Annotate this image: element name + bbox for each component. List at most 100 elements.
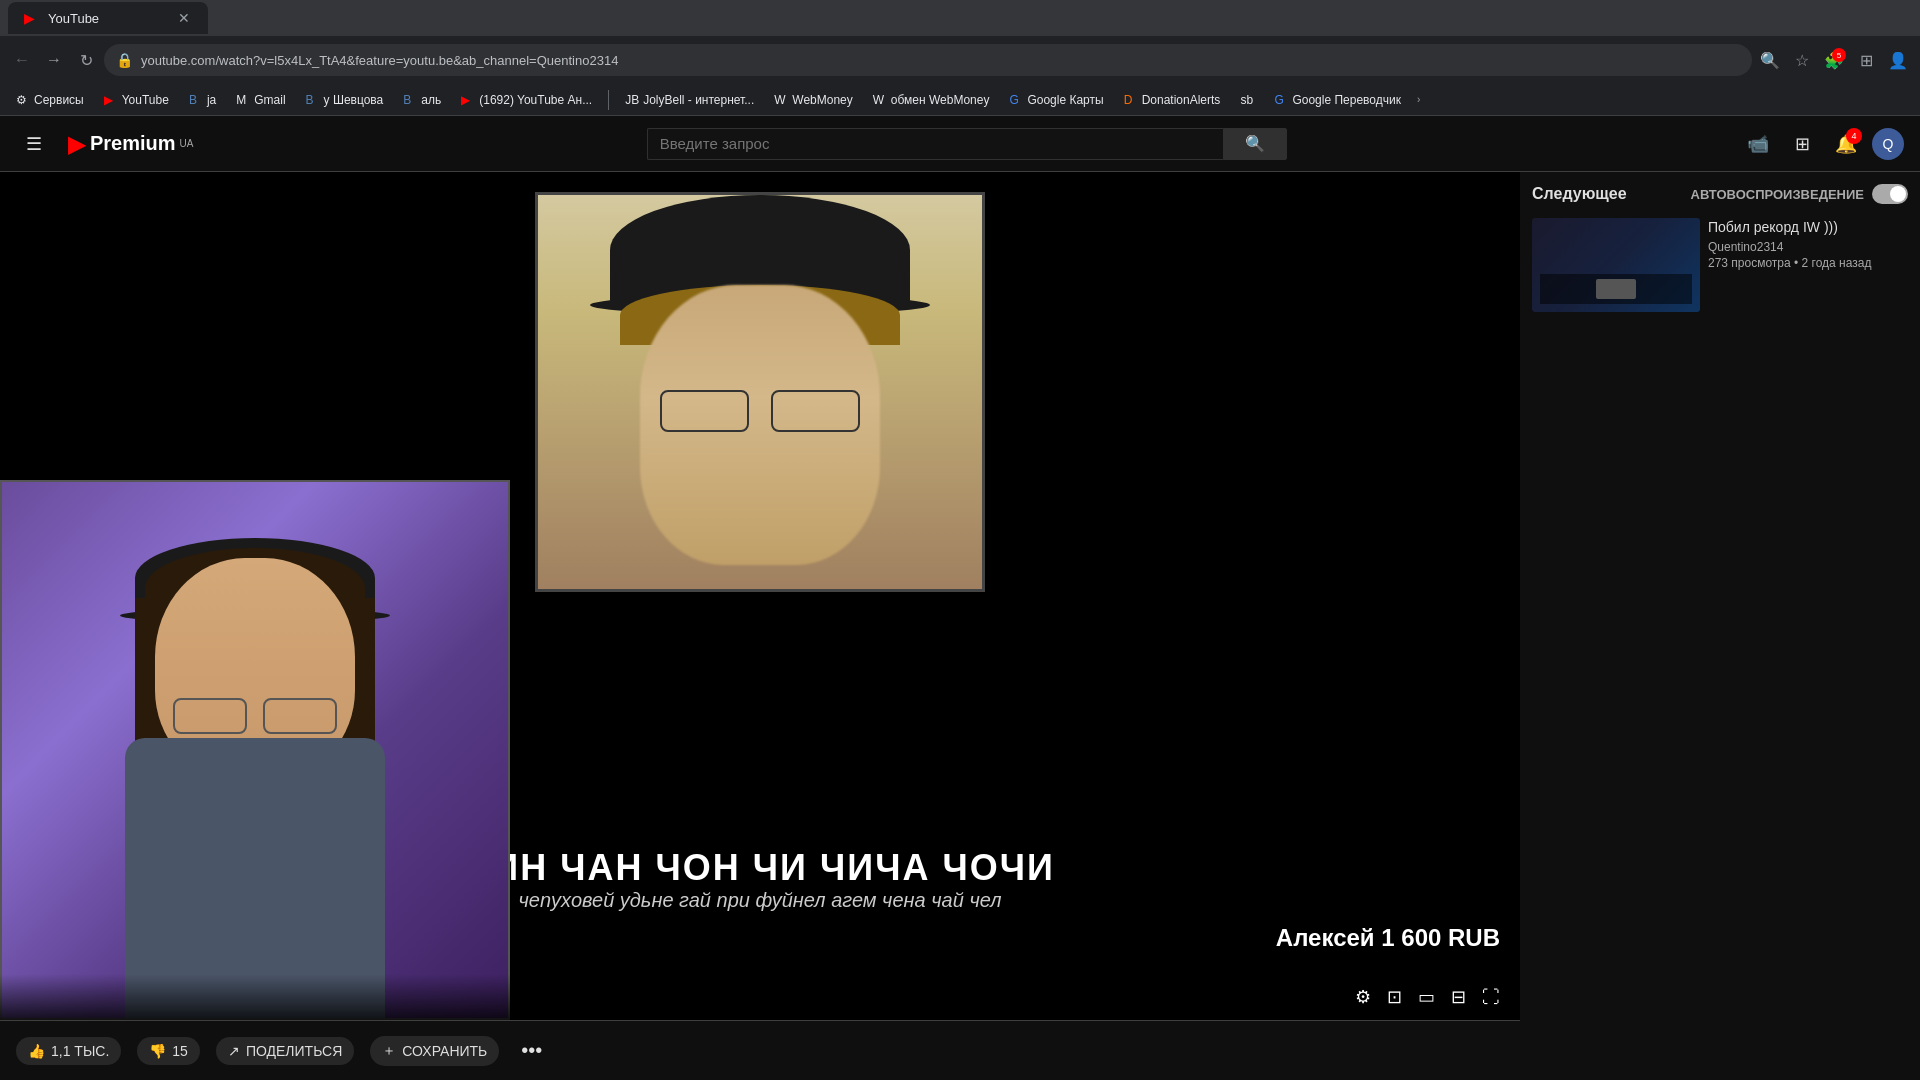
sidebar-section-header: Следующее АВТОВОСПРОИЗВЕДЕНИЕ xyxy=(1532,172,1908,212)
tab-close-button[interactable]: ✕ xyxy=(176,8,192,28)
webcam-glasses xyxy=(165,698,345,733)
url-text: youtube.com/watch?v=l5x4Lx_TtA4&feature=… xyxy=(141,53,618,68)
bookmark-favicon: W xyxy=(873,93,887,107)
bookmark-label: обмен WebMoney xyxy=(891,93,990,107)
settings-button[interactable]: ⚙ xyxy=(1351,982,1375,1012)
bookmark-favicon: В xyxy=(306,93,320,107)
webcam-person: ДИЛИЦ xyxy=(85,538,425,1018)
bookmark-webmoney-exchange[interactable]: W обмен WebMoney xyxy=(865,88,998,112)
search-bar: 🔍 xyxy=(647,128,1287,160)
bookmark-label: YouTube xyxy=(122,93,169,107)
bookmark-shevcov[interactable]: В у Шевцова xyxy=(298,88,392,112)
video-main-content: ЧИН ЧАН ЧОН ЧИ ЧИЧА ЧОЧИ чепуховей удьне… xyxy=(0,172,1520,1020)
navigation-bar: ← → ↻ 🔒 youtube.com/watch?v=l5x4Lx_TtA4&… xyxy=(0,36,1920,84)
share-icon: ↗ xyxy=(228,1043,240,1059)
notification-count: 4 xyxy=(1846,128,1862,144)
search-input[interactable] xyxy=(647,128,1223,160)
webcam-overlay: ДИЛИЦ xyxy=(0,480,510,1020)
miniplayer-button[interactable]: ⊡ xyxy=(1383,982,1406,1012)
browser-actions: 🔍 ☆ 🧩 5 ⊞ 👤 xyxy=(1756,46,1912,74)
next-video-thumbnail xyxy=(1532,218,1700,312)
bookmark-icon[interactable]: ☆ xyxy=(1788,46,1816,74)
save-icon: ＋ xyxy=(382,1042,396,1060)
dislike-button[interactable]: 👎 15 xyxy=(137,1037,200,1065)
bookmark-ja[interactable]: В ja xyxy=(181,88,224,112)
next-video-info: Побил рекорд IW ))) Quentino2314 273 про… xyxy=(1708,218,1908,312)
address-bar[interactable]: 🔒 youtube.com/watch?v=l5x4Lx_TtA4&featur… xyxy=(104,44,1752,76)
forward-button[interactable]: → xyxy=(40,46,68,74)
person-glasses xyxy=(650,390,870,430)
active-tab[interactable]: ▶ YouTube ✕ xyxy=(8,2,208,34)
reload-button[interactable]: ↻ xyxy=(72,46,100,74)
content-area: ЧИН ЧАН ЧОН ЧИ ЧИЧА ЧОЧИ чепуховей удьне… xyxy=(0,172,1920,1080)
bookmark-translate[interactable]: G Google Переводчик xyxy=(1266,88,1409,112)
bookmark-gmail[interactable]: М Gmail xyxy=(228,88,293,112)
browser-chrome: ▶ YouTube ✕ ← → ↻ 🔒 youtube.com/watch?v=… xyxy=(0,0,1920,116)
bookmark-google-maps[interactable]: G Google Карты xyxy=(1001,88,1111,112)
search-icon[interactable]: 🔍 xyxy=(1756,46,1784,74)
tab-title: YouTube xyxy=(48,11,168,26)
bookmark-label: Сервисы xyxy=(34,93,84,107)
like-button[interactable]: 👍 1,1 ТЫС. xyxy=(16,1037,121,1065)
bookmarks-overflow-chevron[interactable]: › xyxy=(1417,94,1420,105)
fullscreen-button[interactable]: ⛶ xyxy=(1478,983,1504,1012)
bookmark-youtube-an[interactable]: ▶ (1692) YouTube Ан... xyxy=(453,88,600,112)
bookmarks-bar: ⚙ Сервисы ▶ YouTube В ja М Gmail В у Шев… xyxy=(0,84,1920,116)
toggle-knob xyxy=(1890,186,1906,202)
donation-notification: Алексей 1 600 RUB xyxy=(1100,916,1520,960)
bookmark-favicon: ▶ xyxy=(104,93,118,107)
theater-mode-button[interactable]: ▭ xyxy=(1414,982,1439,1012)
more-options-button[interactable]: ••• xyxy=(515,1033,548,1068)
bookmark-favicon: sb xyxy=(1240,93,1254,107)
share-button[interactable]: ↗ ПОДЕЛИТЬСЯ xyxy=(216,1037,354,1065)
bookmark-label: (1692) YouTube Ан... xyxy=(479,93,592,107)
back-button[interactable]: ← xyxy=(8,46,36,74)
extension-icon[interactable]: 🧩 5 xyxy=(1820,46,1848,74)
youtube-page: ☰ ▶ Premium UA 🔍 📹 ⊞ 🔔 4 Q xyxy=(0,116,1920,1080)
bookmark-label: аль xyxy=(421,93,441,107)
bookmark-youtube[interactable]: ▶ YouTube xyxy=(96,88,177,112)
bookmark-label: JolyBell - интернет... xyxy=(643,93,754,107)
cast-button[interactable]: ⊟ xyxy=(1447,982,1470,1012)
bookmark-al[interactable]: В аль xyxy=(395,88,449,112)
bookmark-favicon: G xyxy=(1009,93,1023,107)
user-avatar[interactable]: Q xyxy=(1872,128,1904,160)
bookmark-servisy[interactable]: ⚙ Сервисы xyxy=(8,88,92,112)
autoplay-toggle[interactable]: АВТОВОСПРОИЗВЕДЕНИЕ xyxy=(1691,184,1908,204)
video-camera-button[interactable]: 📹 xyxy=(1740,126,1776,162)
next-video-title: Побил рекорд IW ))) xyxy=(1708,218,1908,236)
bookmark-label: Google Переводчик xyxy=(1292,93,1401,107)
youtube-logo[interactable]: ▶ Premium UA xyxy=(68,130,194,158)
youtube-ua-badge: UA xyxy=(180,138,194,149)
video-player[interactable]: ЧИН ЧАН ЧОН ЧИ ЧИЧА ЧОЧИ чепуховей удьне… xyxy=(0,172,1520,1020)
save-label: СОХРАНИТЬ xyxy=(402,1043,487,1059)
notifications-button[interactable]: 🔔 4 xyxy=(1828,126,1864,162)
like-count: 1,1 ТЫС. xyxy=(51,1043,109,1059)
tab-groups-icon[interactable]: ⊞ xyxy=(1852,46,1880,74)
bookmark-favicon: D xyxy=(1124,93,1138,107)
bookmark-sb[interactable]: sb xyxy=(1232,88,1262,112)
autoplay-switch[interactable] xyxy=(1872,184,1908,204)
bookmark-jolybell[interactable]: ЈВ JolyBell - интернет... xyxy=(617,88,762,112)
next-video-item[interactable]: Побил рекорд IW ))) Quentino2314 273 про… xyxy=(1532,212,1908,318)
bookmark-separator xyxy=(608,90,609,110)
bookmark-label: у Шевцова xyxy=(324,93,384,107)
youtube-logo-text: Premium xyxy=(90,132,176,155)
search-container: 🔍 xyxy=(210,128,1725,160)
bookmark-donation[interactable]: D DonationAlerts xyxy=(1116,88,1229,112)
thumbnail-image xyxy=(1532,218,1700,312)
bookmark-label: ja xyxy=(207,93,216,107)
bookmark-label: DonationAlerts xyxy=(1142,93,1221,107)
bookmark-webmoney[interactable]: W WebMoney xyxy=(766,88,860,112)
menu-button[interactable]: ☰ xyxy=(16,126,52,162)
search-button[interactable]: 🔍 xyxy=(1223,128,1287,160)
save-button[interactable]: ＋ СОХРАНИТЬ xyxy=(370,1036,499,1066)
profile-icon[interactable]: 👤 xyxy=(1884,46,1912,74)
below-video-actions: 👍 1,1 ТЫС. 👎 15 ↗ ПОДЕЛИТЬСЯ ＋ СОХРАНИТЬ… xyxy=(0,1020,1520,1080)
next-video-meta: 273 просмотра • 2 года назад xyxy=(1708,256,1908,270)
bookmark-favicon: W xyxy=(774,93,788,107)
apps-button[interactable]: ⊞ xyxy=(1784,126,1820,162)
bookmark-favicon: ⚙ xyxy=(16,93,30,107)
sidebar: Следующее АВТОВОСПРОИЗВЕДЕНИЕ xyxy=(1520,172,1920,1080)
tab-favicon: ▶ xyxy=(24,10,40,26)
